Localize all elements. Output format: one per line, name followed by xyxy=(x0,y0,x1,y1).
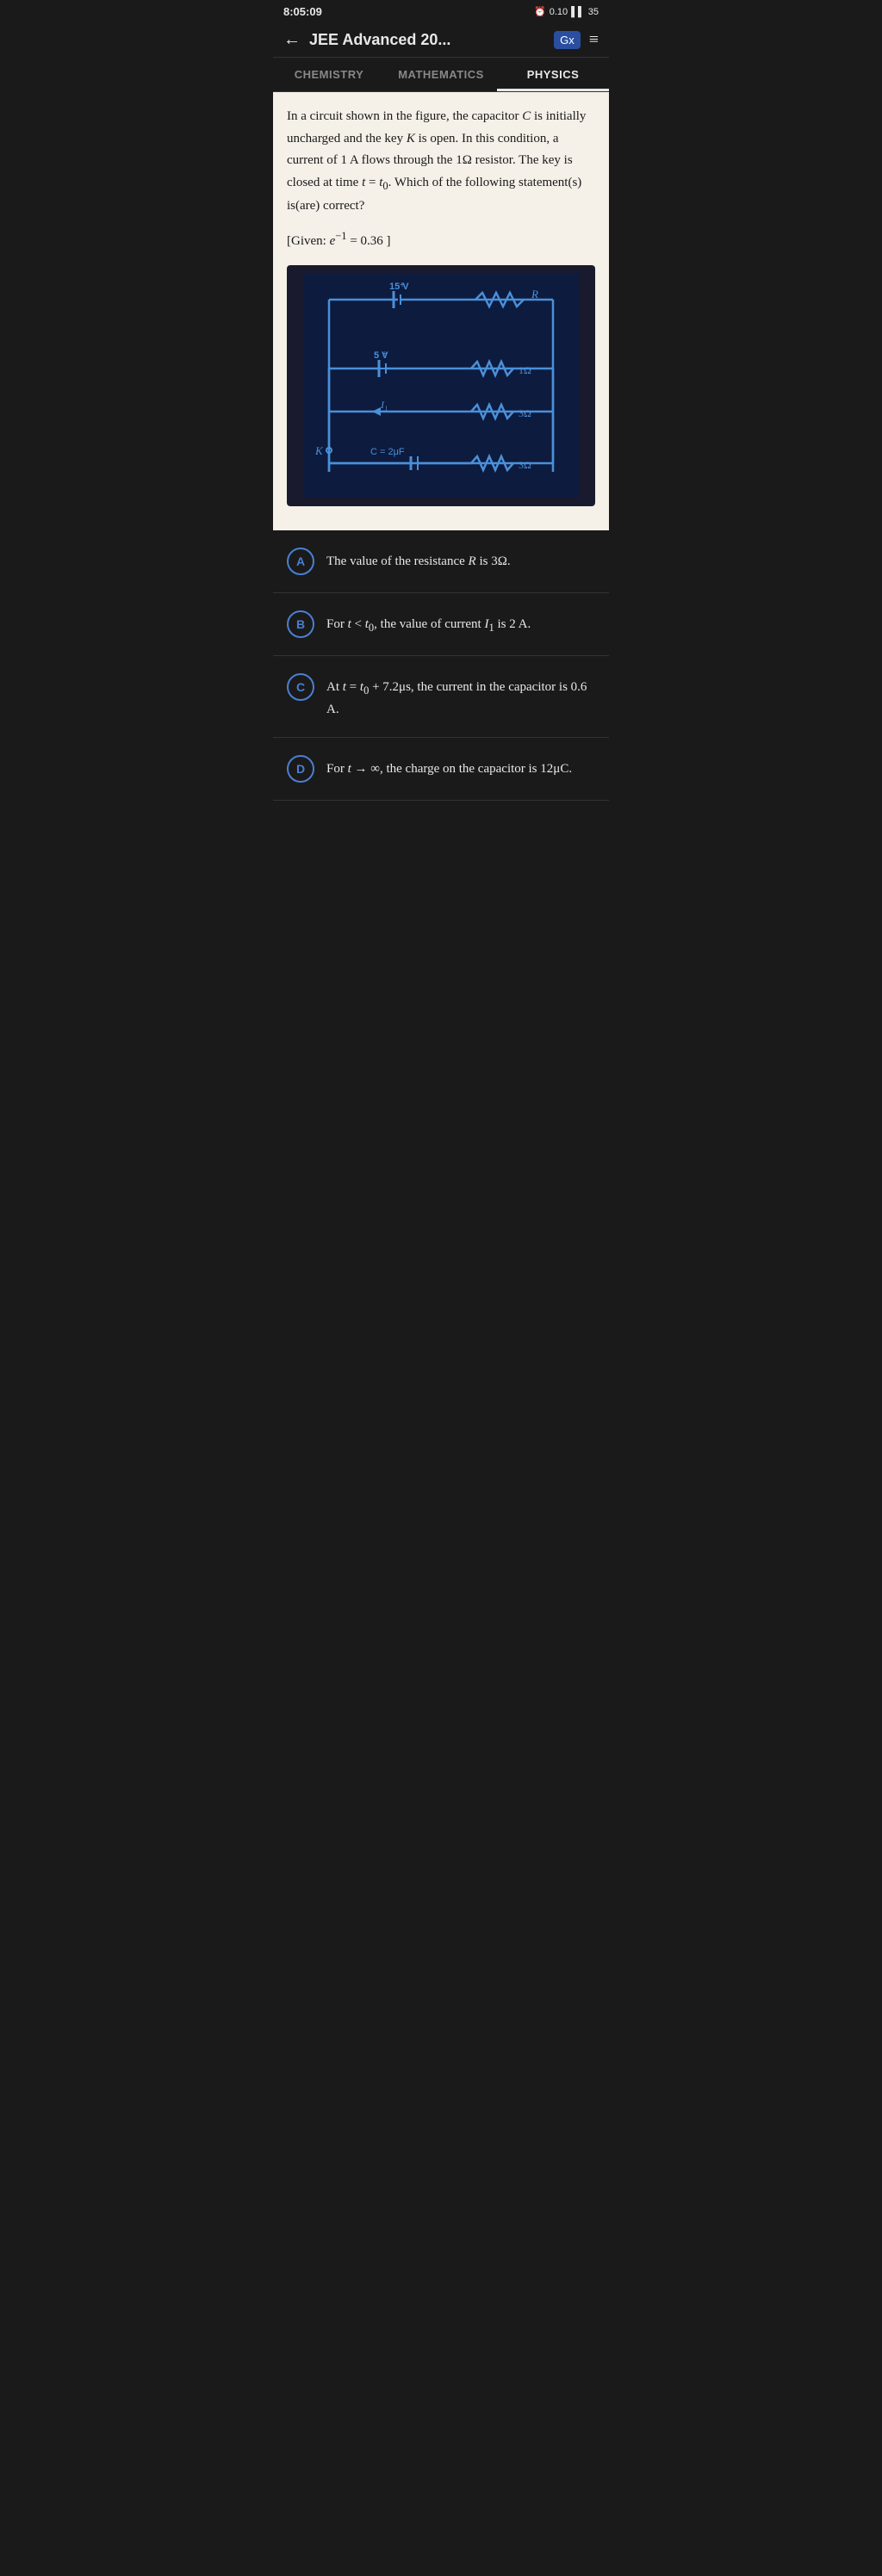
nav-title: JEE Advanced 20... xyxy=(309,31,545,49)
svg-text:C = 2μF: C = 2μF xyxy=(370,447,405,457)
top-nav: ← JEE Advanced 20... Gx ≡ xyxy=(273,23,609,58)
option-c-text: At t = t0 + 7.2μs, the current in the ca… xyxy=(326,673,595,720)
subject-tabs: CHEMISTRY MATHEMATICS PHYSICS xyxy=(273,58,609,92)
option-a[interactable]: A The value of the resistance R is 3Ω. xyxy=(273,530,609,593)
option-c[interactable]: C At t = t0 + 7.2μs, the current in the … xyxy=(273,656,609,738)
option-a-label: A xyxy=(287,548,314,575)
menu-button[interactable]: ≡ xyxy=(589,30,599,50)
translate-icon[interactable]: Gx xyxy=(554,31,581,49)
back-button[interactable]: ← xyxy=(283,30,301,50)
given-text: [Given: e−1 = 0.36 ] xyxy=(287,227,595,253)
option-a-text: The value of the resistance R is 3Ω. xyxy=(326,548,511,572)
battery-level: 35 xyxy=(588,7,599,17)
network-icon: ▌▌ xyxy=(571,7,585,17)
svg-text:3Ω: 3Ω xyxy=(519,459,531,471)
svg-text:3Ω: 3Ω xyxy=(519,407,531,419)
status-bar: 8:05:09 ⏰ 0.10 ▌▌ 35 xyxy=(273,0,609,23)
signal-text: 0.10 xyxy=(550,7,568,17)
options-container: A The value of the resistance R is 3Ω. B… xyxy=(273,530,609,801)
svg-text:+: + xyxy=(400,281,405,290)
option-d[interactable]: D For t → ∞, the charge on the capacitor… xyxy=(273,738,609,801)
status-icons: ⏰ 0.10 ▌▌ 35 xyxy=(534,6,599,17)
option-b-label: B xyxy=(287,610,314,638)
status-time: 8:05:09 xyxy=(283,5,322,18)
svg-text:1Ω: 1Ω xyxy=(519,364,531,376)
svg-text:R: R xyxy=(531,288,538,300)
option-b[interactable]: B For t < t0, the value of current I1 is… xyxy=(273,593,609,656)
tab-mathematics[interactable]: MATHEMATICS xyxy=(385,58,497,91)
circuit-diagram: 15 V + R 5 V + 1Ω I₁ xyxy=(287,265,595,506)
option-b-text: For t < t0, the value of current I1 is 2… xyxy=(326,610,531,636)
svg-text:I₁: I₁ xyxy=(380,399,388,411)
option-c-label: C xyxy=(287,673,314,701)
question-text: In a circuit shown in the figure, the ca… xyxy=(287,106,595,253)
tab-physics[interactable]: PHYSICS xyxy=(497,58,609,91)
main-content: In a circuit shown in the figure, the ca… xyxy=(273,92,609,530)
option-d-text: For t → ∞, the charge on the capacitor i… xyxy=(326,755,572,779)
battery-icon: ⏰ xyxy=(534,6,546,17)
svg-text:K: K xyxy=(314,444,324,457)
tab-chemistry[interactable]: CHEMISTRY xyxy=(273,58,385,91)
option-d-label: D xyxy=(287,755,314,783)
svg-text:+: + xyxy=(382,350,388,359)
